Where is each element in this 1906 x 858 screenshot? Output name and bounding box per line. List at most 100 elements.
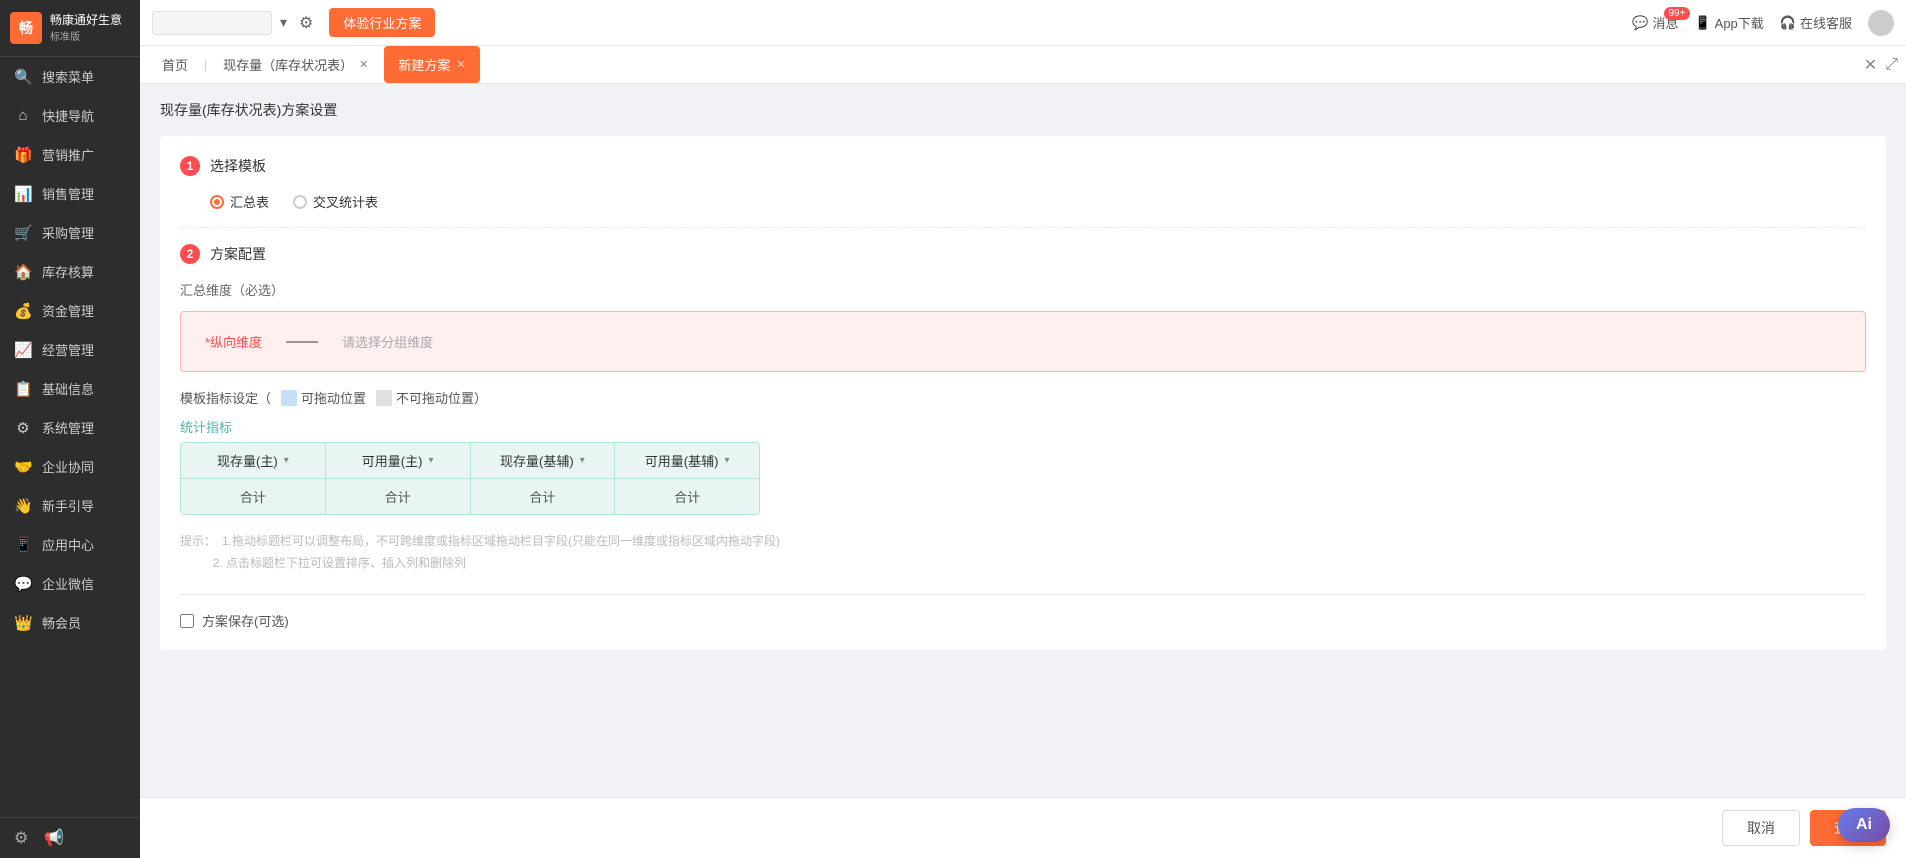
stats-col-2-header: 可用量(主) ▾ xyxy=(326,443,470,479)
step-divider xyxy=(180,227,1866,228)
stats-col-1-header: 现存量(主) ▾ xyxy=(181,443,325,479)
sidebar-item-inventory[interactable]: 🏠 库存核算 xyxy=(0,252,140,291)
message-badge: 99+ xyxy=(1664,7,1691,20)
tabbar-actions: ✕ ⤢ xyxy=(1864,55,1898,75)
sidebar-item-label: 销售管理 xyxy=(42,184,94,203)
stats-col-1-label: 现存量(主) xyxy=(217,451,278,470)
topbar-right: 💬 消息 99+ 📱 App下载 🎧 在线客服 xyxy=(1632,10,1894,36)
step1-title: 选择模板 xyxy=(210,156,266,176)
indicator-settings-label: 模板指标设定（ xyxy=(180,388,271,407)
radio-cross-indicator xyxy=(293,195,307,209)
sidebar-item-membership[interactable]: 👑 畅会员 xyxy=(0,603,140,642)
tab-divider-1: | xyxy=(204,58,207,72)
dim-placeholder: 请选择分组维度 xyxy=(342,332,433,351)
sidebar-item-management[interactable]: 📈 经营管理 xyxy=(0,330,140,369)
sidebar-item-shortcuts[interactable]: ⌂ 快捷导航 xyxy=(0,96,140,135)
app-tag: 标准版 xyxy=(50,28,122,43)
tip-1: 提示： 1.拖动标题栏可以调整布局，不可跨维度或指标区域拖动栏目字段(只能在同一… xyxy=(180,531,1866,553)
home-icon: ⌂ xyxy=(14,107,32,124)
sidebar-item-label: 畅会员 xyxy=(42,613,81,632)
chart-icon: 📊 xyxy=(14,185,32,203)
radio-summary-table[interactable]: 汇总表 xyxy=(210,192,269,211)
col3-dropdown-icon[interactable]: ▾ xyxy=(580,455,585,466)
tab-inventory[interactable]: 现存量（库存状况表） ✕ xyxy=(209,46,382,83)
tab-home[interactable]: 首页 xyxy=(148,46,202,83)
sidebar-item-basic-info[interactable]: 📋 基础信息 xyxy=(0,369,140,408)
message-button[interactable]: 💬 消息 99+ xyxy=(1632,13,1678,32)
stats-col-4-body: 合计 xyxy=(615,479,759,514)
wechat-icon: 💬 xyxy=(14,575,32,593)
sidebar-item-guide[interactable]: 👋 新手引导 xyxy=(0,486,140,525)
gear-icon[interactable]: ⚙ xyxy=(14,828,28,848)
radio-cross-table[interactable]: 交叉统计表 xyxy=(293,192,378,211)
app-name: 畅康通好生意 xyxy=(50,13,122,29)
step2-num: 2 xyxy=(180,244,200,264)
col2-dropdown-icon[interactable]: ▾ xyxy=(428,455,433,466)
user-avatar-button[interactable] xyxy=(1868,10,1894,36)
step1-num: 1 xyxy=(180,156,200,176)
template-radio-group: 汇总表 交叉统计表 xyxy=(210,192,1866,211)
stats-col-2-body: 合计 xyxy=(326,479,470,514)
trend-icon: 📈 xyxy=(14,341,32,359)
sidebar-item-label: 采购管理 xyxy=(42,223,94,242)
no-drag-label: 不可拖动位置） xyxy=(396,388,487,407)
sidebar-item-label: 企业协同 xyxy=(42,457,94,476)
content-area: 现存量(库存状况表)方案设置 1 选择模板 汇总表 交叉统计表 2 xyxy=(140,84,1906,797)
sidebar-item-label: 新手引导 xyxy=(42,496,94,515)
expand-panel-button[interactable]: ⤢ xyxy=(1885,56,1898,74)
tab-new-plan-close[interactable]: ✕ xyxy=(456,58,465,71)
gift-icon: 🎁 xyxy=(14,146,32,164)
radio-summary-label: 汇总表 xyxy=(230,192,269,211)
indicator-settings: 模板指标设定（ 可拖动位置 不可拖动位置） 统计指标 xyxy=(180,388,1866,515)
page-title: 现存量(库存状况表)方案设置 xyxy=(160,100,1886,120)
cancel-button[interactable]: 取消 xyxy=(1722,810,1800,846)
search-input[interactable] xyxy=(152,11,272,35)
online-service-button[interactable]: 🎧 在线客服 xyxy=(1780,13,1852,32)
save-plan-checkbox[interactable] xyxy=(180,614,194,628)
speaker-icon[interactable]: 📢 xyxy=(44,828,64,848)
sidebar-logo: 畅 畅康通好生意 标准版 xyxy=(0,0,140,57)
save-plan-label[interactable]: 方案保存(可选) xyxy=(202,611,289,630)
wave-icon: 👋 xyxy=(14,497,32,515)
search-dropdown-button[interactable]: ▾ xyxy=(280,14,287,31)
step2-title: 方案配置 xyxy=(210,244,266,264)
topbar: ▾ ⚙ 体验行业方案 💬 消息 99+ 📱 App下载 🎧 在线客服 xyxy=(140,0,1906,46)
col4-dropdown-icon[interactable]: ▾ xyxy=(724,455,729,466)
sidebar-item-system[interactable]: ⚙ 系统管理 xyxy=(0,408,140,447)
ai-float-button[interactable]: Ai xyxy=(1838,808,1890,842)
sidebar-item-label: 资金管理 xyxy=(42,301,94,320)
sidebar-item-purchase[interactable]: 🛒 采购管理 xyxy=(0,213,140,252)
sidebar-item-apps[interactable]: 📱 应用中心 xyxy=(0,525,140,564)
sidebar-item-label: 库存核算 xyxy=(42,262,94,281)
phone-icon: 📱 xyxy=(1694,15,1710,31)
close-panel-button[interactable]: ✕ xyxy=(1864,55,1877,75)
crown-icon: 👑 xyxy=(14,614,32,632)
stats-col-4-label: 可用量(基辅) xyxy=(645,451,719,470)
sidebar-item-wechat[interactable]: 💬 企业微信 xyxy=(0,564,140,603)
sidebar-item-finance[interactable]: 💰 资金管理 xyxy=(0,291,140,330)
sidebar-item-label: 应用中心 xyxy=(42,535,94,554)
tab-inventory-close[interactable]: ✕ xyxy=(359,58,368,71)
drag-box-icon xyxy=(281,390,297,406)
sidebar-item-label: 经营管理 xyxy=(42,340,94,359)
stats-col-3-header: 现存量(基辅) ▾ xyxy=(471,443,615,479)
sidebar-item-sales[interactable]: 📊 销售管理 xyxy=(0,174,140,213)
handshake-icon: 🤝 xyxy=(14,458,32,476)
money-icon: 💰 xyxy=(14,302,32,320)
app-logo-icon: 畅 xyxy=(10,12,42,44)
col1-dropdown-icon[interactable]: ▾ xyxy=(284,455,289,466)
sidebar-item-marketing[interactable]: 🎁 营销推广 xyxy=(0,135,140,174)
tab-new-plan[interactable]: 新建方案 ✕ xyxy=(384,46,479,83)
headset-icon: 🎧 xyxy=(1780,15,1796,31)
sidebar-item-search[interactable]: 🔍 搜索菜单 xyxy=(0,57,140,96)
message-icon: 💬 xyxy=(1632,15,1648,31)
dimension-selector-area[interactable]: *纵向维度 —— 请选择分组维度 xyxy=(180,311,1866,372)
tip-2-text: 2. 点击标题栏下拉可设置排序、插入列和删除列 xyxy=(213,553,466,575)
sidebar-bottom: ⚙ 📢 xyxy=(0,817,140,858)
trial-industry-button[interactable]: 体验行业方案 xyxy=(329,8,435,37)
stats-col-1: 现存量(主) ▾ 合计 xyxy=(181,443,326,514)
topbar-gear-button[interactable]: ⚙ xyxy=(299,13,313,33)
sidebar-item-collab[interactable]: 🤝 企业协同 xyxy=(0,447,140,486)
app-download-button[interactable]: 📱 App下载 xyxy=(1694,13,1763,32)
search-icon: 🔍 xyxy=(14,68,32,86)
